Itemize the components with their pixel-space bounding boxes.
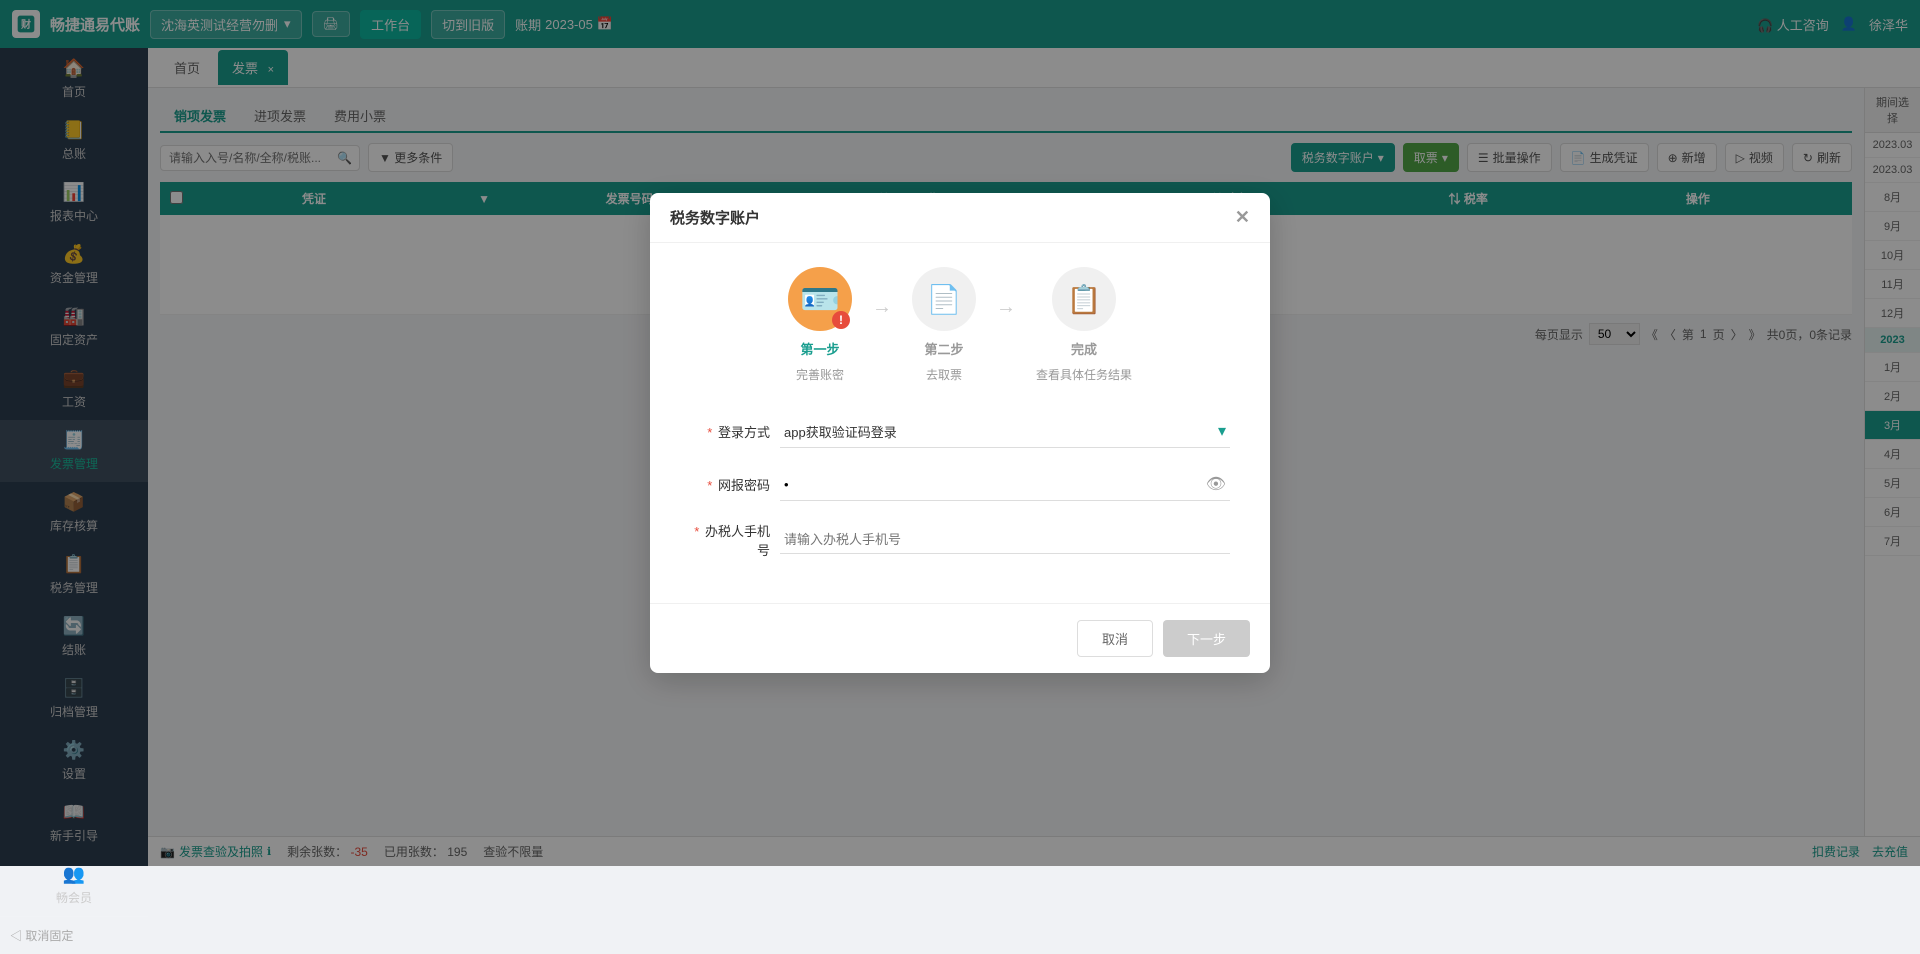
phone-input[interactable]	[780, 526, 1230, 554]
step-1-desc: 完善账密	[796, 366, 844, 383]
steps-indicator: 🪪 ! 第一步 完善账密 → 📄 第二步 去取票 →	[690, 267, 1230, 383]
step-1-icon: 🪪 !	[788, 267, 852, 331]
sidebar-bottom: ◁ 取消固定	[0, 916, 148, 954]
cancel-fixed-button[interactable]: ◁ 取消固定	[0, 917, 148, 954]
form-row-login-method: * 登录方式 app获取验证码登录 ▾	[690, 415, 1230, 448]
modal-footer: 取消 下一步	[650, 603, 1270, 673]
login-method-label: * 登录方式	[690, 422, 780, 441]
step-2-desc: 去取票	[926, 366, 962, 383]
cancel-fixed-label: ◁ 取消固定	[10, 927, 73, 944]
document-icon: 📄	[927, 283, 962, 316]
password-label: * 网报密码	[690, 475, 780, 494]
password-field-wrap: 👁	[780, 468, 1230, 501]
cancel-button[interactable]: 取消	[1077, 620, 1153, 657]
step-3-label: 完成	[1071, 339, 1097, 358]
step-2-icon: 📄	[912, 267, 976, 331]
phone-label: * 办税人手机号	[690, 521, 780, 559]
step-3-desc: 查看具体任务结果	[1036, 366, 1132, 383]
clipboard-icon: 📋	[1067, 283, 1102, 316]
login-method-select[interactable]: app获取验证码登录 ▾	[780, 415, 1230, 448]
step-arrow-1: →	[872, 296, 892, 319]
step-1-label: 第一步	[800, 339, 839, 358]
eye-toggle-icon[interactable]: 👁	[1206, 474, 1226, 494]
step-3: 📋 完成 查看具体任务结果	[1036, 267, 1132, 383]
password-input[interactable]	[784, 477, 1206, 492]
form-row-password: * 网报密码 👁	[690, 468, 1230, 501]
form-row-phone: * 办税人手机号	[690, 521, 1230, 559]
id-card-icon: 🪪	[800, 280, 840, 318]
login-method-value: app获取验证码登录	[784, 422, 897, 441]
step-2-label: 第二步	[924, 339, 963, 358]
modal-header: 税务数字账户 ✕	[650, 193, 1270, 243]
required-star-2: *	[707, 478, 712, 493]
modal-overlay[interactable]: 税务数字账户 ✕ 🪪 ! 第一步 完善账密 →	[0, 0, 1920, 866]
next-step-button[interactable]: 下一步	[1163, 620, 1250, 657]
tax-digital-modal: 税务数字账户 ✕ 🪪 ! 第一步 完善账密 →	[650, 193, 1270, 673]
step-arrow-2: →	[996, 296, 1016, 319]
step-2: 📄 第二步 去取票	[912, 267, 976, 383]
step-3-icon: 📋	[1052, 267, 1116, 331]
modal-body: 🪪 ! 第一步 完善账密 → 📄 第二步 去取票 →	[650, 243, 1270, 603]
modal-title: 税务数字账户	[670, 207, 760, 228]
step-1-badge: !	[832, 311, 850, 329]
member-icon: 👥	[63, 864, 85, 885]
modal-close-button[interactable]: ✕	[1235, 207, 1250, 228]
required-star-1: *	[707, 425, 712, 440]
select-dropdown-icon: ▾	[1218, 421, 1226, 441]
step-1: 🪪 ! 第一步 完善账密	[788, 267, 852, 383]
required-star-3: *	[694, 524, 699, 539]
sidebar-label-member: 畅会员	[56, 889, 92, 906]
